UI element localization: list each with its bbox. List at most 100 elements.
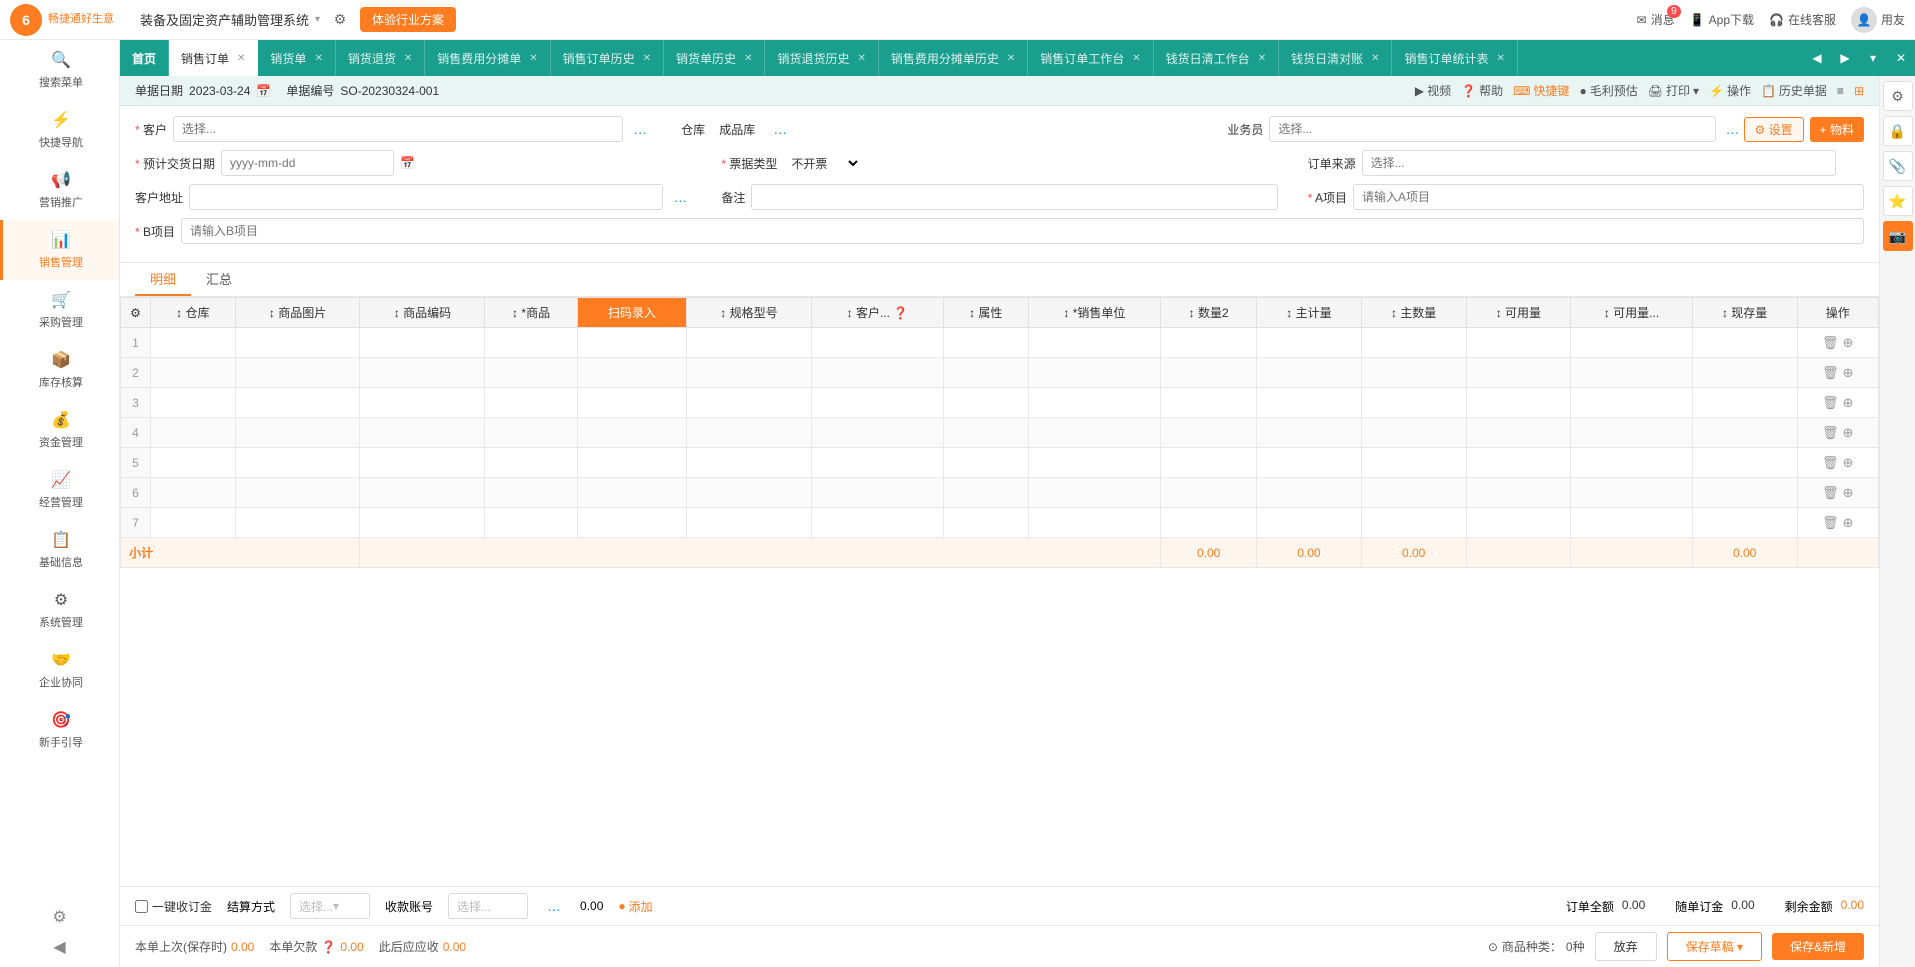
row-attr-5[interactable] <box>943 448 1028 478</box>
tab-expense-split[interactable]: 销售费用分摊单 ✕ <box>425 40 550 76</box>
row-unit-3[interactable] <box>1028 388 1161 418</box>
b-project-input[interactable] <box>181 218 1864 244</box>
row-avail2-3[interactable] <box>1571 388 1693 418</box>
staff-more-icon[interactable]: … <box>1722 121 1744 137</box>
tab-order-workbench[interactable]: 销售订单工作台 ✕ <box>1028 40 1153 76</box>
th-attr[interactable]: ↕ 属性 <box>943 298 1028 328</box>
table-container[interactable]: ⚙ ↕ 仓库 ↕ 商品图片 ↕ 商品编码 ↕ *商品 扫码录入 ↕ 规格型号 ↕… <box>120 297 1879 886</box>
row-product-3[interactable] <box>485 388 577 418</box>
th-customer[interactable]: ↕ 客户... ❓ <box>811 298 943 328</box>
copy-icon-1[interactable]: ⊕ <box>1843 335 1854 351</box>
order-source-input[interactable] <box>1362 150 1836 176</box>
row-avail-6[interactable] <box>1466 478 1571 508</box>
row-customer-6[interactable] <box>811 478 943 508</box>
row-stock-3[interactable] <box>1692 388 1797 418</box>
view-video-button[interactable]: ▶ 视频 <box>1415 82 1451 99</box>
row-avail-5[interactable] <box>1466 448 1571 478</box>
row-mainunit-7[interactable] <box>1257 508 1362 538</box>
tab-invoice-history[interactable]: 销货单历史 ✕ <box>664 40 765 76</box>
add-material-btn[interactable]: + 物料 <box>1810 117 1864 142</box>
dropdown-arrow-icon[interactable]: ▾ <box>315 14 320 25</box>
tab-mingxi[interactable]: 明细 <box>135 263 191 296</box>
row-attr-1[interactable] <box>943 328 1028 358</box>
row-scan-7[interactable] <box>577 508 686 538</box>
row-avail2-7[interactable] <box>1571 508 1693 538</box>
row-avail2-6[interactable] <box>1571 478 1693 508</box>
row-avail-2[interactable] <box>1466 358 1571 388</box>
add-payment-button[interactable]: ● 添加 <box>618 898 652 915</box>
row-qty2-1[interactable] <box>1161 328 1257 358</box>
one-click-checkbox-label[interactable]: 一键收订金 <box>135 898 212 915</box>
tab-close-icon[interactable]: ✕ <box>404 53 412 64</box>
tab-expense-history[interactable]: 销售费用分摊单历史 ✕ <box>879 40 1028 76</box>
row-mainqty-3[interactable] <box>1361 388 1466 418</box>
tab-close-icon[interactable]: ✕ <box>1258 53 1266 64</box>
settings-bottom-icon[interactable]: ⚙ <box>52 907 66 927</box>
row-unit-6[interactable] <box>1028 478 1161 508</box>
row-unit-2[interactable] <box>1028 358 1161 388</box>
row-warehouse-7[interactable] <box>151 508 236 538</box>
row-avail2-5[interactable] <box>1571 448 1693 478</box>
a-project-input[interactable] <box>1353 184 1864 210</box>
row-warehouse-4[interactable] <box>151 418 236 448</box>
row-attr-4[interactable] <box>943 418 1028 448</box>
row-product-1[interactable] <box>485 328 577 358</box>
th-avail2[interactable]: ↕ 可用量... <box>1571 298 1693 328</box>
tab-close-icon[interactable]: ✕ <box>1497 53 1505 64</box>
row-spec-7[interactable] <box>686 508 811 538</box>
row-mainunit-1[interactable] <box>1257 328 1362 358</box>
row-mainunit-5[interactable] <box>1257 448 1362 478</box>
row-mainqty-7[interactable] <box>1361 508 1466 538</box>
row-mainqty-1[interactable] <box>1361 328 1466 358</box>
row-avail2-2[interactable] <box>1571 358 1693 388</box>
th-image[interactable]: ↕ 商品图片 <box>235 298 360 328</box>
staff-input[interactable] <box>1269 116 1715 142</box>
row-code-4[interactable] <box>360 418 485 448</box>
row-qty2-2[interactable] <box>1161 358 1257 388</box>
th-scan[interactable]: 扫码录入 <box>577 298 686 328</box>
row-stock-1[interactable] <box>1692 328 1797 358</box>
tab-close-icon[interactable]: ✕ <box>744 53 752 64</box>
tab-next-button[interactable]: ▶ <box>1831 40 1859 76</box>
customer-input[interactable] <box>173 116 623 142</box>
tab-daily-reconcile[interactable]: 钱货日清对账 ✕ <box>1279 40 1392 76</box>
row-spec-1[interactable] <box>686 328 811 358</box>
row-code-7[interactable] <box>360 508 485 538</box>
row-image-2[interactable] <box>235 358 360 388</box>
row-qty2-5[interactable] <box>1161 448 1257 478</box>
sidebar-item-purchase[interactable]: 🛒 采购管理 <box>0 280 119 340</box>
row-code-3[interactable] <box>360 388 485 418</box>
tab-close-icon[interactable]: ✕ <box>857 53 865 64</box>
th-product[interactable]: ↕ *商品 <box>485 298 577 328</box>
delete-icon-5[interactable]: 🗑 <box>1822 455 1839 471</box>
row-avail-3[interactable] <box>1466 388 1571 418</box>
row-warehouse-5[interactable] <box>151 448 236 478</box>
profit-button[interactable]: ● 毛利预估 <box>1579 82 1637 99</box>
tab-close-all-button[interactable]: ✕ <box>1887 40 1915 76</box>
row-unit-5[interactable] <box>1028 448 1161 478</box>
print-button[interactable]: 🖨 打印 ▾ <box>1648 82 1699 99</box>
row-spec-6[interactable] <box>686 478 811 508</box>
sidebar-item-quicknav[interactable]: ⚡ 快捷导航 <box>0 100 119 160</box>
row-image-7[interactable] <box>235 508 360 538</box>
online-service-button[interactable]: 🎧 在线客服 <box>1769 11 1836 28</box>
delivery-date-input[interactable] <box>221 150 394 176</box>
row-product-5[interactable] <box>485 448 577 478</box>
delete-icon-3[interactable]: 🗑 <box>1822 395 1839 411</box>
tab-close-icon[interactable]: ✕ <box>1007 53 1015 64</box>
row-spec-2[interactable] <box>686 358 811 388</box>
collapse-icon[interactable]: ◀ <box>53 937 65 957</box>
tab-order-history[interactable]: 销售订单历史 ✕ <box>551 40 664 76</box>
delivery-calendar-icon[interactable]: 📅 <box>400 156 415 170</box>
row-stock-7[interactable] <box>1692 508 1797 538</box>
row-image-5[interactable] <box>235 448 360 478</box>
warehouse-more-icon[interactable]: … <box>769 121 791 137</box>
row-avail-4[interactable] <box>1466 418 1571 448</box>
row-mainunit-2[interactable] <box>1257 358 1362 388</box>
tab-close-icon[interactable]: ✕ <box>237 53 245 64</box>
sidebar-item-inventory[interactable]: 📦 库存核算 <box>0 340 119 400</box>
layout-grid-button[interactable]: ⊞ <box>1854 84 1864 98</box>
message-button[interactable]: ✉ 9 消息 <box>1637 11 1675 28</box>
row-attr-3[interactable] <box>943 388 1028 418</box>
copy-icon-7[interactable]: ⊕ <box>1843 515 1854 531</box>
